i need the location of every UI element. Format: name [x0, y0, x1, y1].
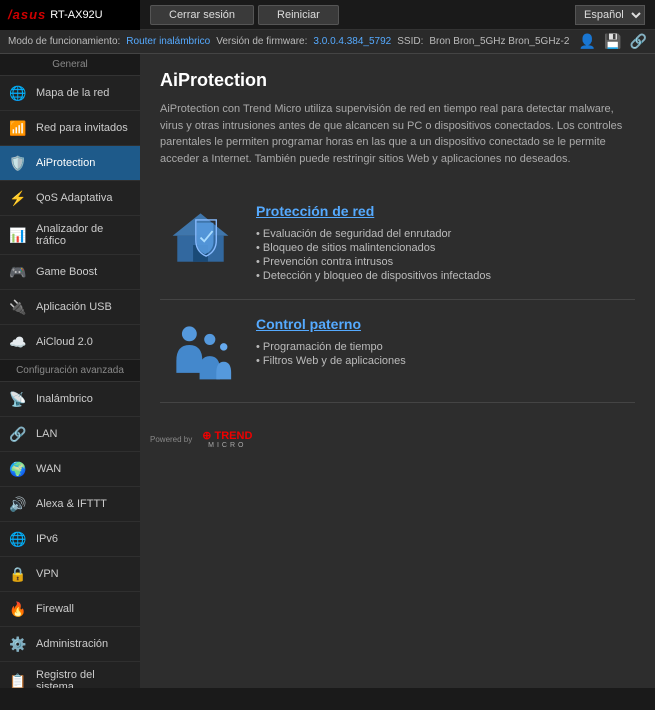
- log-icon: 📋: [8, 671, 28, 688]
- chart-icon: 📊: [8, 225, 28, 245]
- sidebar-item-registro[interactable]: 📋 Registro del sistema: [0, 662, 140, 688]
- page-title: AiProtection: [160, 70, 635, 91]
- usb-icon: 💾: [604, 33, 621, 50]
- sidebar-label-ipv6: IPv6: [36, 533, 58, 545]
- fire-icon: 🔥: [8, 599, 28, 619]
- powered-by-label: Powered by: [150, 435, 192, 444]
- proteccion-red-bullets: Evaluación de seguridad del enrutador Bl…: [256, 227, 635, 283]
- main-layout: General 🌐 Mapa de la red 📶 Red para invi…: [0, 54, 655, 688]
- bullet-deteccion: Detección y bloqueo de dispositivos infe…: [256, 269, 635, 283]
- version-value[interactable]: 3.0.0.4.384_5792: [313, 36, 391, 47]
- network-icon: 🔗: [630, 33, 647, 50]
- globe-icon: 🌐: [8, 83, 28, 103]
- control-paterno-icon-area: [160, 316, 240, 386]
- sidebar: General 🌐 Mapa de la red 📶 Red para invi…: [0, 54, 140, 688]
- wifi-icon: 📶: [8, 118, 28, 138]
- bullet-bloqueo-sitios: Bloqueo de sitios malintencionados: [256, 241, 635, 255]
- gear-icon: ⚙️: [8, 634, 28, 654]
- avanzada-section-header: Configuración avanzada: [0, 360, 140, 382]
- logo-area: /asus RT-AX92U: [0, 0, 140, 30]
- sidebar-item-game-boost[interactable]: 🎮 Game Boost: [0, 255, 140, 290]
- top-bar: /asus RT-AX92U Cerrar sesión Reiniciar E…: [0, 0, 655, 30]
- sidebar-item-ipv6[interactable]: 🌐 IPv6: [0, 522, 140, 557]
- sidebar-item-analizador[interactable]: 📊 Analizador de tráfico: [0, 216, 140, 255]
- bullet-prevencion: Prevención contra intrusos: [256, 255, 635, 269]
- sidebar-item-alexa[interactable]: 🔊 Alexa & IFTTT: [0, 487, 140, 522]
- control-paterno-svg: [163, 319, 238, 384]
- shield-icon: 🛡️: [8, 153, 28, 173]
- ipv6-icon: 🌐: [8, 529, 28, 549]
- language-selector: Español English: [575, 5, 645, 25]
- sidebar-label-mapa-red: Mapa de la red: [36, 87, 109, 99]
- usb-icon: 🔌: [8, 297, 28, 317]
- sidebar-item-qos[interactable]: ⚡ QoS Adaptativa: [0, 181, 140, 216]
- sidebar-label-administracion: Administración: [36, 638, 108, 650]
- cloud-icon: ☁️: [8, 332, 28, 352]
- asus-logo: /asus: [8, 7, 46, 22]
- sidebar-label-registro: Registro del sistema: [36, 669, 132, 688]
- proteccion-red-icon-area: [160, 203, 240, 273]
- version-label: Versión de firmware:: [216, 36, 307, 47]
- sidebar-label-wan: WAN: [36, 463, 61, 475]
- sidebar-label-inalambrico: Inalámbrico: [36, 393, 93, 405]
- sidebar-item-administracion[interactable]: ⚙️ Administración: [0, 627, 140, 662]
- feature-control-paterno: Control paterno Programación de tiempo F…: [160, 300, 635, 403]
- content-area: AiProtection AiProtection con Trend Micr…: [140, 54, 655, 688]
- cerrar-sesion-button[interactable]: Cerrar sesión: [150, 5, 254, 25]
- model-name: RT-AX92U: [50, 9, 102, 21]
- proteccion-red-title[interactable]: Protección de red: [256, 203, 635, 219]
- sidebar-item-vpn[interactable]: 🔒 VPN: [0, 557, 140, 592]
- proteccion-red-svg: [163, 206, 238, 271]
- footer: Powered by ⊕ TREND MICRO: [150, 429, 625, 449]
- lock-icon: 🔒: [8, 564, 28, 584]
- reiniciar-button[interactable]: Reiniciar: [258, 5, 339, 25]
- sidebar-label-aicloud: AiCloud 2.0: [36, 336, 93, 348]
- gamepad-icon: 🎮: [8, 262, 28, 282]
- page-description: AiProtection con Trend Micro utiliza sup…: [160, 101, 635, 167]
- sidebar-label-usb: Aplicación USB: [36, 301, 112, 313]
- sidebar-label-firewall: Firewall: [36, 603, 74, 615]
- bullet-programacion: Programación de tiempo: [256, 340, 635, 354]
- lan-icon: 🔗: [8, 424, 28, 444]
- control-paterno-bullets: Programación de tiempo Filtros Web y de …: [256, 340, 635, 368]
- sidebar-label-alexa: Alexa & IFTTT: [36, 498, 107, 510]
- modo-value[interactable]: Router inalámbrico: [126, 36, 210, 47]
- language-dropdown[interactable]: Español English: [575, 5, 645, 25]
- feature-proteccion-red: Protección de red Evaluación de segurida…: [160, 187, 635, 300]
- bullet-filtros: Filtros Web y de aplicaciones: [256, 354, 635, 368]
- sidebar-item-mapa-red[interactable]: 🌐 Mapa de la red: [0, 76, 140, 111]
- sidebar-label-red-invitados: Red para invitados: [36, 122, 128, 134]
- user-icon: 👤: [579, 33, 596, 50]
- sidebar-item-red-invitados[interactable]: 📶 Red para invitados: [0, 111, 140, 146]
- top-buttons: Cerrar sesión Reiniciar: [140, 5, 575, 25]
- wan-icon: 🌍: [8, 459, 28, 479]
- sidebar-item-lan[interactable]: 🔗 LAN: [0, 417, 140, 452]
- ssid-value: Bron Bron_5GHz Bron_5GHz-2: [429, 36, 569, 47]
- sidebar-item-inalambrico[interactable]: 📡 Inalámbrico: [0, 382, 140, 417]
- trend-logo: ⊕ TREND: [202, 429, 252, 442]
- sidebar-label-qos: QoS Adaptativa: [36, 192, 112, 204]
- info-bar: Modo de funcionamiento: Router inalámbri…: [0, 30, 655, 54]
- bolt-icon: ⚡: [8, 188, 28, 208]
- trend-micro-label: MICRO: [208, 442, 246, 449]
- sidebar-item-aiprotection[interactable]: 🛡️ AiProtection: [0, 146, 140, 181]
- control-paterno-title[interactable]: Control paterno: [256, 316, 635, 332]
- sidebar-item-usb[interactable]: 🔌 Aplicación USB: [0, 290, 140, 325]
- alexa-icon: 🔊: [8, 494, 28, 514]
- bullet-evaluacion: Evaluación de seguridad del enrutador: [256, 227, 635, 241]
- ssid-label: SSID:: [397, 36, 423, 47]
- sidebar-item-aicloud[interactable]: ☁️ AiCloud 2.0: [0, 325, 140, 360]
- sidebar-item-firewall[interactable]: 🔥 Firewall: [0, 592, 140, 627]
- proteccion-red-info: Protección de red Evaluación de segurida…: [256, 203, 635, 283]
- sidebar-label-vpn: VPN: [36, 568, 59, 580]
- antenna-icon: 📡: [8, 389, 28, 409]
- sidebar-label-analizador: Analizador de tráfico: [36, 223, 132, 247]
- sidebar-label-lan: LAN: [36, 428, 57, 440]
- sidebar-item-wan[interactable]: 🌍 WAN: [0, 452, 140, 487]
- modo-label: Modo de funcionamiento:: [8, 36, 120, 47]
- control-paterno-info: Control paterno Programación de tiempo F…: [256, 316, 635, 368]
- general-section-header: General: [0, 54, 140, 76]
- sidebar-label-game-boost: Game Boost: [36, 266, 97, 278]
- sidebar-label-aiprotection: AiProtection: [36, 157, 95, 169]
